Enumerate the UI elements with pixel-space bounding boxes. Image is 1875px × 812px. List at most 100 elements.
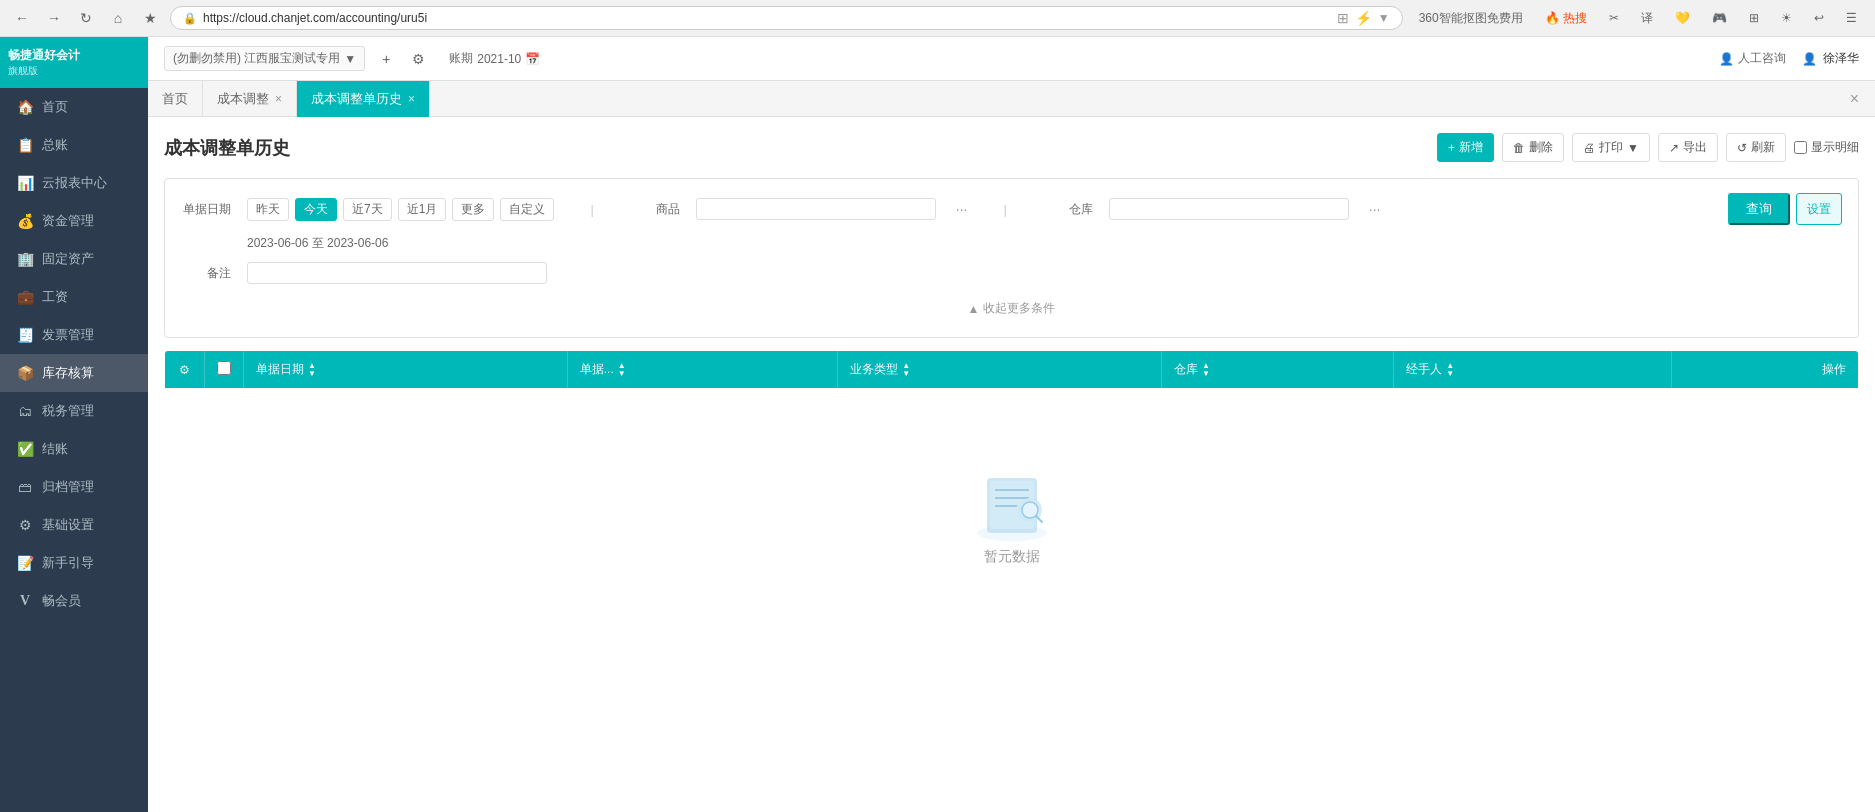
- tab-cost-adjust-close[interactable]: ×: [275, 92, 282, 106]
- support-button[interactable]: 👤 人工咨询: [1719, 50, 1786, 67]
- sidebar-item-vip[interactable]: V 畅会员: [0, 582, 148, 620]
- display-checkbox[interactable]: [1794, 141, 1807, 154]
- content-area: 成本调整单历史 + 新增 🗑 删除 🖨 打印 ▼: [148, 117, 1875, 812]
- add-tab-button[interactable]: +: [375, 48, 397, 70]
- th-warehouse-label: 仓库: [1174, 361, 1198, 378]
- setting-query-button[interactable]: 设置: [1796, 193, 1842, 225]
- display-label: 显示明细: [1811, 139, 1859, 156]
- nav-logo: 畅捷通好会计 旗舰版: [0, 37, 148, 88]
- refresh-button[interactable]: ↺ 刷新: [1726, 133, 1786, 162]
- date-btn-yesterday[interactable]: 昨天: [247, 198, 289, 221]
- print-dropdown-icon: ▼: [1627, 141, 1639, 155]
- date-sort-icon: ▲▼: [308, 362, 316, 378]
- export-button[interactable]: ↗ 导出: [1658, 133, 1718, 162]
- assets-icon: 🏢: [16, 251, 34, 267]
- warehouse-input[interactable]: [1109, 198, 1349, 220]
- select-all-checkbox[interactable]: [217, 361, 231, 375]
- delete-button[interactable]: 🗑 删除: [1502, 133, 1564, 162]
- goods-filter-label: 商品: [630, 201, 680, 218]
- address-bar[interactable]: 🔒 https://cloud.chanjet.com/accounting/u…: [170, 6, 1403, 30]
- sidebar-item-payroll[interactable]: 💼 工资: [0, 278, 148, 316]
- delete-icon: 🗑: [1513, 141, 1525, 155]
- sidebar-item-settings[interactable]: ⚙ 基础设置: [0, 506, 148, 544]
- company-name: (勿删勿禁用) 江西服宝测试专用: [173, 50, 340, 67]
- filter-section: 单据日期 昨天 今天 近7天 近1月 更多 自定义 | 商品 ··· | 仓库: [164, 178, 1859, 338]
- refresh-browser-button[interactable]: ↻: [74, 6, 98, 30]
- top-header: (勿删勿禁用) 江西服宝测试专用 ▼ + ⚙ 账期 2021-10 📅 👤 人工…: [148, 37, 1875, 81]
- date-buttons-group: 昨天 今天 近7天 近1月 更多 自定义: [247, 198, 554, 221]
- nav-sidebar: 畅捷通好会计 旗舰版 🏠 首页 📋 总账 📊 云报表中心 💰 资金管理 🏢 固定…: [0, 37, 148, 812]
- support-label: 人工咨询: [1738, 50, 1786, 67]
- note-input[interactable]: [247, 262, 547, 284]
- sidebar-item-invoice[interactable]: 🧾 发票管理: [0, 316, 148, 354]
- warehouse-more-icon[interactable]: ···: [1369, 201, 1381, 217]
- forward-button[interactable]: →: [42, 6, 66, 30]
- data-table: ⚙ 单据日期 ▲▼ 单据...: [164, 350, 1859, 627]
- user-avatar-icon: 👤: [1802, 52, 1817, 66]
- tab-cost-adjust-history[interactable]: 成本调整单历史 ×: [297, 81, 430, 117]
- close-all-icon[interactable]: ×: [1850, 90, 1859, 108]
- sidebar-item-settlement[interactable]: ✅ 结账: [0, 430, 148, 468]
- sidebar-payroll-label: 工资: [42, 288, 68, 306]
- empty-text: 暂元数据: [984, 548, 1040, 566]
- extensions-icon: ⚡: [1355, 10, 1372, 26]
- translate-button[interactable]: 译: [1633, 7, 1661, 30]
- collapse-bar[interactable]: ▲ 收起更多条件: [181, 294, 1842, 323]
- print-button[interactable]: 🖨 打印 ▼: [1572, 133, 1650, 162]
- date-btn-7days[interactable]: 近7天: [343, 198, 392, 221]
- invoice-icon: 🧾: [16, 327, 34, 343]
- apps-button[interactable]: ⚙: [407, 48, 429, 70]
- query-button[interactable]: 查询: [1728, 193, 1790, 225]
- tab-cost-adjust-history-close[interactable]: ×: [408, 92, 415, 106]
- sidebar-item-funds[interactable]: 💰 资金管理: [0, 202, 148, 240]
- sidebar-item-assets[interactable]: 🏢 固定资产: [0, 240, 148, 278]
- page-title: 成本调整单历史: [164, 136, 290, 160]
- goods-input[interactable]: [696, 198, 936, 220]
- warehouse-filter-label: 仓库: [1043, 201, 1093, 218]
- sidebar-inventory-label: 库存核算: [42, 364, 94, 382]
- biz-type-sort-icon: ▲▼: [902, 362, 910, 378]
- cut-button[interactable]: ✂: [1601, 8, 1627, 28]
- grid-button[interactable]: ⊞: [1741, 8, 1767, 28]
- calendar-icon[interactable]: 📅: [525, 52, 540, 66]
- display-switch[interactable]: 显示明细: [1794, 139, 1859, 156]
- sidebar-item-ledger[interactable]: 📋 总账: [0, 126, 148, 164]
- date-btn-custom[interactable]: 自定义: [500, 198, 554, 221]
- th-date[interactable]: 单据日期 ▲▼: [244, 351, 568, 389]
- date-btn-1month[interactable]: 近1月: [398, 198, 447, 221]
- table-header: ⚙ 单据日期 ▲▼ 单据...: [165, 351, 1859, 389]
- tab-bar-right: ×: [1850, 90, 1875, 108]
- back-button[interactable]: ←: [10, 6, 34, 30]
- hot-search-button[interactable]: 🔥 热搜: [1537, 7, 1595, 30]
- sidebar-item-guide[interactable]: 📝 新手引导: [0, 544, 148, 582]
- home-browser-button[interactable]: ⌂: [106, 6, 130, 30]
- goods-more-icon[interactable]: ···: [956, 201, 968, 217]
- sidebar-item-archive[interactable]: 🗃 归档管理: [0, 468, 148, 506]
- th-check: [205, 351, 244, 389]
- tab-cost-adjust[interactable]: 成本调整 ×: [203, 81, 297, 117]
- sidebar-item-reports[interactable]: 📊 云报表中心: [0, 164, 148, 202]
- new-button[interactable]: + 新增: [1437, 133, 1494, 162]
- sidebar-item-inventory[interactable]: 📦 库存核算: [0, 354, 148, 392]
- company-selector[interactable]: (勿删勿禁用) 江西服宝测试专用 ▼: [164, 46, 365, 71]
- tab-home[interactable]: 首页: [148, 81, 203, 117]
- sidebar-item-home[interactable]: 🏠 首页: [0, 88, 148, 126]
- th-handler[interactable]: 经手人 ▲▼: [1394, 351, 1672, 389]
- th-biz-type[interactable]: 业务类型 ▲▼: [838, 351, 1162, 389]
- dropdown-icon[interactable]: ▼: [1378, 11, 1390, 25]
- sidebar-item-tax[interactable]: 🗂 税务管理: [0, 392, 148, 430]
- brightness-button[interactable]: ☀: [1773, 8, 1800, 28]
- date-btn-more[interactable]: 更多: [452, 198, 494, 221]
- wallet-button[interactable]: 💛: [1667, 8, 1698, 28]
- menu-button[interactable]: ☰: [1838, 8, 1865, 28]
- game-button[interactable]: 🎮: [1704, 8, 1735, 28]
- star-button[interactable]: ★: [138, 6, 162, 30]
- undo-button[interactable]: ↩: [1806, 8, 1832, 28]
- th-settings[interactable]: ⚙: [165, 351, 205, 389]
- user-info: 👤 徐泽华: [1802, 50, 1859, 67]
- th-warehouse[interactable]: 仓库 ▲▼: [1161, 351, 1393, 389]
- date-range-row: 2023-06-06 至 2023-06-06: [247, 235, 1842, 252]
- th-number[interactable]: 单据... ▲▼: [567, 351, 837, 389]
- search-360-button[interactable]: 360智能抠图免费用: [1411, 7, 1531, 30]
- date-btn-today[interactable]: 今天: [295, 198, 337, 221]
